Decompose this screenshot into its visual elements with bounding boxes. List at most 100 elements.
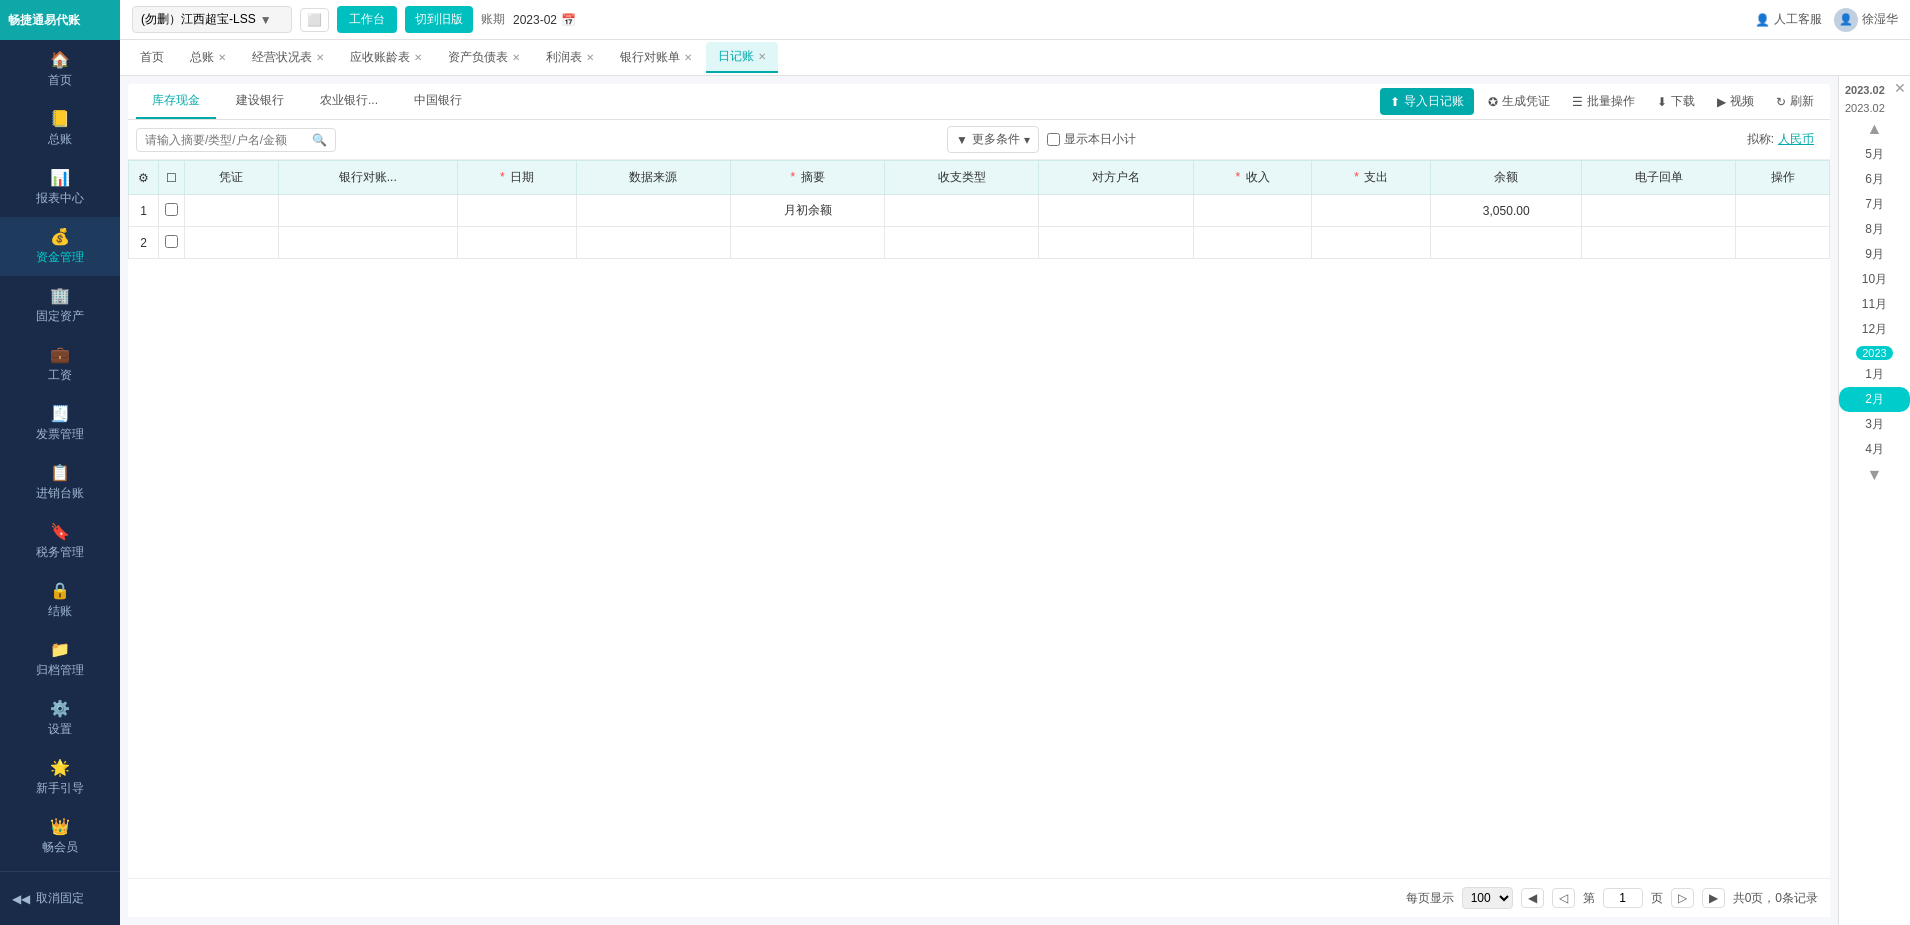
- content-area: 库存现金 建设银行 农业银行... 中国银行 ⬆ 导入日记账: [120, 76, 1910, 925]
- tab-ar[interactable]: 应收账龄表 ✕: [338, 43, 434, 72]
- date-panel-close[interactable]: ✕: [1894, 80, 1906, 96]
- row1-expense: [1312, 195, 1431, 227]
- tab-journal[interactable]: 日记账 ✕: [706, 42, 778, 73]
- sidebar-item-salary[interactable]: 💼 工资: [0, 335, 120, 394]
- currency-value[interactable]: 人民币: [1778, 131, 1814, 148]
- filter-button[interactable]: ▼ 更多条件 ▾: [947, 126, 1039, 153]
- subtab-cash[interactable]: 库存现金: [136, 84, 216, 119]
- month-9[interactable]: 9月: [1839, 242, 1910, 267]
- refresh-button[interactable]: ↻ 刷新: [1768, 89, 1822, 114]
- sidebar-item-tax[interactable]: 🔖 税务管理: [0, 512, 120, 571]
- company-selector[interactable]: (勿删）江西超宝-LSS ▼: [132, 6, 292, 33]
- download-button[interactable]: ⬇ 下载: [1649, 89, 1703, 114]
- month-7[interactable]: 7月: [1839, 192, 1910, 217]
- month-2[interactable]: 2月: [1839, 387, 1910, 412]
- gen-voucher-button[interactable]: ✪ 生成凭证: [1480, 89, 1558, 114]
- tab-bank-reconcile-label: 银行对账单: [620, 49, 680, 66]
- month-1[interactable]: 1月: [1839, 362, 1910, 387]
- month-8[interactable]: 8月: [1839, 217, 1910, 242]
- sidebar-item-home[interactable]: 🏠 首页: [0, 40, 120, 99]
- sidebar-item-reports[interactable]: 📊 报表中心: [0, 158, 120, 217]
- tab-bank-reconcile-close[interactable]: ✕: [684, 52, 692, 63]
- tab-ledger[interactable]: 总账 ✕: [178, 43, 238, 72]
- workspace-button[interactable]: 工作台: [337, 6, 397, 33]
- month-5[interactable]: 5月: [1839, 142, 1910, 167]
- switch-old-button[interactable]: 切到旧版: [405, 6, 473, 33]
- year-2023[interactable]: 2023: [1856, 346, 1892, 360]
- sidebar-item-fund[interactable]: 💰 资金管理: [0, 217, 120, 276]
- service-icon: 👤: [1755, 13, 1770, 27]
- month-6[interactable]: 6月: [1839, 167, 1910, 192]
- tab-assets-close[interactable]: ✕: [512, 52, 520, 63]
- row1-check[interactable]: [159, 195, 185, 227]
- last-page-button[interactable]: ▶: [1702, 888, 1725, 908]
- tab-home[interactable]: 首页: [128, 43, 176, 72]
- sidebar-item-guide[interactable]: 🌟 新手引导: [0, 748, 120, 807]
- filter-icon: ▼: [956, 133, 968, 147]
- customer-service[interactable]: 👤 人工客服: [1755, 11, 1822, 28]
- sidebar-item-archive[interactable]: 📁 归档管理: [0, 630, 120, 689]
- sidebar-item-ledger[interactable]: 📒 总账: [0, 99, 120, 158]
- month-3[interactable]: 3月: [1839, 412, 1910, 437]
- sidebar-item-invoice[interactable]: 🧾 发票管理: [0, 394, 120, 453]
- tab-journal-close[interactable]: ✕: [758, 51, 766, 62]
- tab-biz-status[interactable]: 经营状况表 ✕: [240, 43, 336, 72]
- video-label: 视频: [1730, 93, 1754, 110]
- copy-button[interactable]: ⬜: [300, 8, 329, 32]
- row2-source: [576, 227, 730, 259]
- tab-assets[interactable]: 资产负债表 ✕: [436, 43, 532, 72]
- col-balance: 余额: [1431, 161, 1582, 195]
- sidebar-item-assets[interactable]: 🏢 固定资产: [0, 276, 120, 335]
- first-page-button[interactable]: ◀: [1521, 888, 1544, 908]
- daily-total-checkbox[interactable]: 显示本日小计: [1047, 131, 1136, 148]
- video-button[interactable]: ▶ 视频: [1709, 89, 1762, 114]
- search-input[interactable]: [145, 133, 308, 147]
- sidebar-item-vip[interactable]: 👑 畅会员: [0, 807, 120, 866]
- tab-biz-status-close[interactable]: ✕: [316, 52, 324, 63]
- pagination: 每页显示 100 50 200 ◀ ◁ 第 页 ▷ ▶ 共0页，0条记录: [128, 878, 1830, 917]
- sidebar-item-label: 报表中心: [36, 190, 84, 207]
- subtab-construction[interactable]: 建设银行: [220, 84, 300, 119]
- col-settings[interactable]: ⚙: [129, 161, 159, 195]
- sidebar-item-settings[interactable]: ⚙️ 设置: [0, 689, 120, 748]
- subtab-china[interactable]: 中国银行: [398, 84, 478, 119]
- import-journal-button[interactable]: ⬆ 导入日记账: [1380, 88, 1474, 115]
- row1-bank: [278, 195, 458, 227]
- row2-check[interactable]: [159, 227, 185, 259]
- daily-total-check[interactable]: [1047, 133, 1060, 146]
- row1-checkbox[interactable]: [165, 203, 178, 216]
- row2-num: 2: [129, 227, 159, 259]
- download-icon: ⬇: [1657, 95, 1667, 109]
- date-panel-up[interactable]: ▲: [1867, 116, 1883, 142]
- sidebar-item-purchase-sales[interactable]: 📋 进销台账: [0, 453, 120, 512]
- month-12[interactable]: 12月: [1839, 317, 1910, 342]
- tab-ar-close[interactable]: ✕: [414, 52, 422, 63]
- month-10[interactable]: 10月: [1839, 267, 1910, 292]
- sidebar-item-closing[interactable]: 🔒 结账: [0, 571, 120, 630]
- month-11[interactable]: 11月: [1839, 292, 1910, 317]
- tab-ledger-close[interactable]: ✕: [218, 52, 226, 63]
- row2-checkbox[interactable]: [165, 235, 178, 248]
- month-4[interactable]: 4月: [1839, 437, 1910, 462]
- date-panel-down[interactable]: ▼: [1867, 462, 1883, 488]
- batch-ops-button[interactable]: ☰ 批量操作: [1564, 89, 1643, 114]
- ledger-icon: 📒: [50, 109, 70, 128]
- tab-bank-reconcile[interactable]: 银行对账单 ✕: [608, 43, 704, 72]
- journal-table-container: ⚙ ☐ 凭证 银行对账... 日期: [128, 160, 1830, 878]
- guide-icon: 🌟: [50, 758, 70, 777]
- col-check[interactable]: ☐: [159, 161, 185, 195]
- unpin-button[interactable]: ◀◀ 取消固定: [0, 882, 120, 915]
- tab-profit[interactable]: 利润表 ✕: [534, 43, 606, 72]
- search-icon: 🔍: [312, 133, 327, 147]
- tab-profit-close[interactable]: ✕: [586, 52, 594, 63]
- next-page-button[interactable]: ▷: [1671, 888, 1694, 908]
- subtab-agriculture[interactable]: 农业银行...: [304, 84, 394, 119]
- page-input[interactable]: [1603, 888, 1643, 908]
- search-box[interactable]: 🔍: [136, 128, 336, 152]
- per-page-select[interactable]: 100 50 200: [1462, 887, 1513, 909]
- total-records: 共0页，0条记录: [1733, 890, 1818, 907]
- service-label: 人工客服: [1774, 11, 1822, 28]
- user-profile[interactable]: 👤 徐湿华: [1834, 8, 1898, 32]
- prev-page-button[interactable]: ◁: [1552, 888, 1575, 908]
- date-panel-header2: 2023.02: [1839, 100, 1910, 116]
